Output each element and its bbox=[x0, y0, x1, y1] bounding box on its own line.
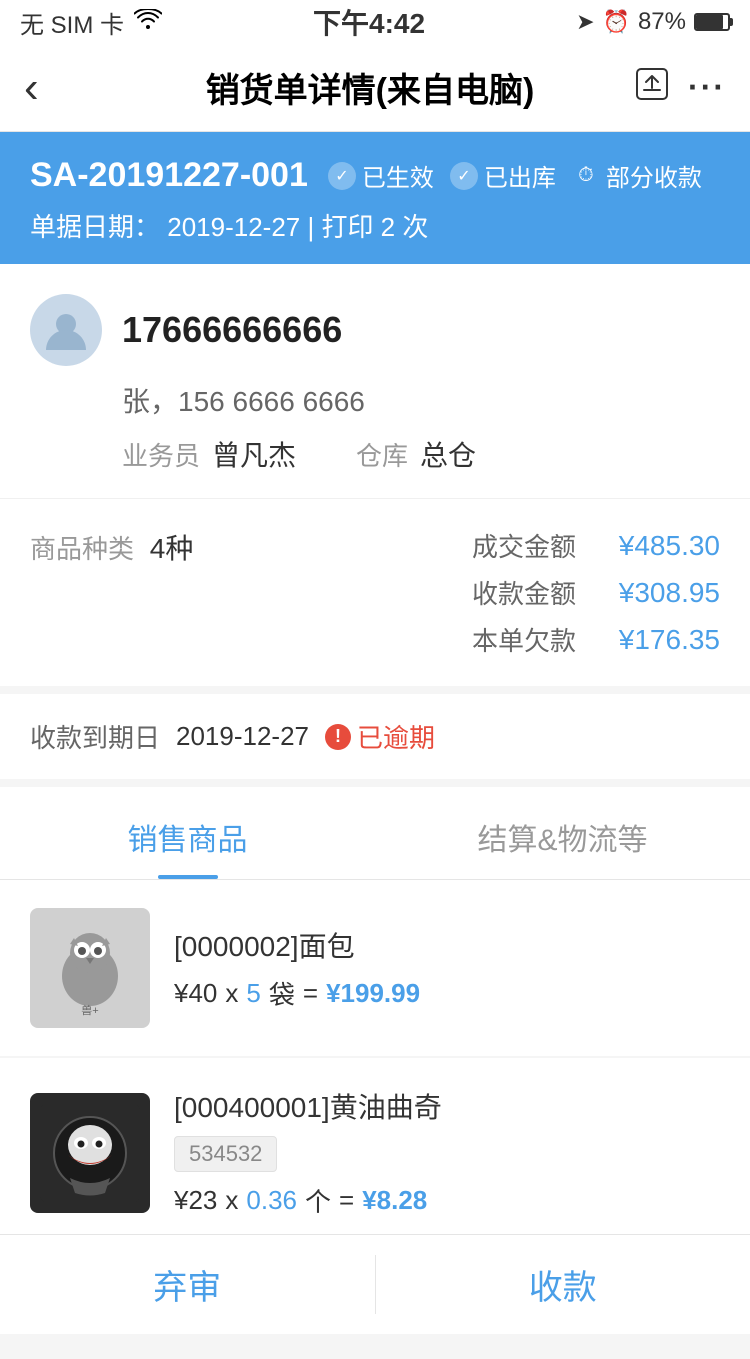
overdue-badge: ! 已逾期 bbox=[325, 718, 435, 755]
status-partial-paid: ⏱ 部分收款 bbox=[572, 158, 702, 193]
category-label: 商品种类 bbox=[30, 534, 134, 564]
avatar bbox=[30, 294, 102, 366]
clock-icon: ⏱ bbox=[572, 162, 600, 190]
customer-phone: 张，156 6666 6666 bbox=[122, 386, 365, 417]
deal-amount-row: 成交金额 ¥485.30 bbox=[472, 527, 720, 564]
check-icon-2: ✓ bbox=[450, 162, 478, 190]
overdue-label: 已逾期 bbox=[357, 718, 435, 755]
svg-text:兽+: 兽+ bbox=[81, 1003, 98, 1017]
customer-id: 17666666666 bbox=[122, 309, 342, 351]
collect-button[interactable]: 收款 bbox=[376, 1235, 750, 1334]
order-date: 单据日期： 2019-12-27 | 打印 2 次 bbox=[30, 207, 720, 244]
product-thumb-1: 兽+ bbox=[30, 908, 150, 1028]
location-icon: ➤ bbox=[576, 9, 594, 35]
warehouse-meta: 仓库 总仓 bbox=[356, 434, 476, 474]
category-value: 4种 bbox=[150, 533, 194, 564]
tab-sales-products[interactable]: 销售商品 bbox=[0, 787, 375, 879]
reject-button[interactable]: 弃审 bbox=[0, 1235, 375, 1334]
product-price-row-1: ¥40 x 5 袋 = ¥199.99 bbox=[174, 975, 720, 1012]
product-unit-1: 袋 bbox=[269, 975, 295, 1012]
status-time: 下午4:42 bbox=[313, 2, 425, 42]
battery-icon bbox=[694, 13, 730, 31]
due-section: 收款到期日 2019-12-27 ! 已逾期 bbox=[0, 694, 750, 787]
customer-id-row: 17666666666 bbox=[30, 294, 720, 366]
warehouse-label: 仓库 bbox=[356, 436, 408, 473]
sales-value: 曾凡杰 bbox=[212, 434, 296, 474]
bottom-bar: 弃审 收款 bbox=[0, 1234, 750, 1334]
more-icon[interactable]: ··· bbox=[688, 69, 726, 106]
status-right: ➤ ⏰ 87% bbox=[576, 8, 730, 36]
product-sku-2: 534532 bbox=[174, 1136, 277, 1172]
product-qty-1: 5 bbox=[246, 978, 260, 1009]
wifi-icon bbox=[134, 8, 162, 36]
product-item-2: [000400001]黄油曲奇 534532 ¥23 x 0.36 个 = ¥8… bbox=[0, 1058, 750, 1247]
customer-meta: 业务员 曾凡杰 仓库 总仓 bbox=[30, 434, 720, 474]
alarm-icon: ⏰ bbox=[603, 9, 630, 35]
carrier-label: 无 SIM 卡 bbox=[20, 5, 124, 40]
check-icon-1: ✓ bbox=[328, 162, 356, 190]
product-price-1: ¥40 bbox=[174, 978, 217, 1009]
customer-section: 17666666666 张，156 6666 6666 业务员 曾凡杰 仓库 总… bbox=[0, 264, 750, 499]
product-name-1: [0000002]面包 bbox=[174, 925, 720, 965]
product-price-row-2: ¥23 x 0.36 个 = ¥8.28 bbox=[174, 1182, 720, 1219]
summary-section: 商品种类 4种 成交金额 ¥485.30 收款金额 ¥308.95 本单欠款 ¥… bbox=[0, 499, 750, 694]
product-total-1: ¥199.99 bbox=[326, 978, 420, 1009]
received-value: ¥308.95 bbox=[600, 577, 720, 609]
nav-left: ‹ bbox=[24, 63, 104, 113]
product-price-2: ¥23 bbox=[174, 1185, 217, 1216]
owed-label: 本单欠款 bbox=[472, 621, 576, 658]
product-info-2: [000400001]黄油曲奇 534532 ¥23 x 0.36 个 = ¥8… bbox=[174, 1086, 720, 1219]
product-info-1: [0000002]面包 ¥40 x 5 袋 = ¥199.99 bbox=[174, 925, 720, 1012]
deal-amount-value: ¥485.30 bbox=[600, 530, 720, 562]
product-thumb-2 bbox=[30, 1093, 150, 1213]
product-qty-2: 0.36 bbox=[246, 1185, 297, 1216]
summary-left: 商品种类 4种 bbox=[30, 527, 193, 567]
back-button[interactable]: ‹ bbox=[24, 63, 39, 113]
owed-value: ¥176.35 bbox=[600, 624, 720, 656]
tab-settlement[interactable]: 结算&物流等 bbox=[375, 787, 750, 879]
order-id: SA-20191227-001 bbox=[30, 156, 308, 195]
battery-label: 87% bbox=[638, 8, 686, 36]
product-item-1: 兽+ [0000002]面包 ¥40 x 5 袋 = ¥199.99 bbox=[0, 880, 750, 1056]
sales-label: 业务员 bbox=[122, 436, 200, 473]
owed-row: 本单欠款 ¥176.35 bbox=[472, 621, 720, 658]
received-label: 收款金额 bbox=[472, 574, 576, 611]
status-activated: ✓ 已生效 bbox=[328, 158, 434, 193]
due-label: 收款到期日 bbox=[30, 718, 160, 755]
nav-title: 销货单详情(来自电脑) bbox=[104, 63, 636, 112]
summary-right: 成交金额 ¥485.30 收款金额 ¥308.95 本单欠款 ¥176.35 bbox=[472, 527, 720, 658]
order-header: SA-20191227-001 ✓ 已生效 ✓ 已出库 ⏱ 部分收款 单据日期：… bbox=[0, 132, 750, 264]
warehouse-value: 总仓 bbox=[420, 434, 476, 474]
tabs-section: 销售商品 结算&物流等 bbox=[0, 787, 750, 880]
due-date: 2019-12-27 bbox=[176, 721, 309, 752]
customer-phone-row: 张，156 6666 6666 bbox=[30, 380, 720, 420]
product-name-2: [000400001]黄油曲奇 bbox=[174, 1086, 720, 1126]
deal-amount-label: 成交金额 bbox=[472, 527, 576, 564]
status-left: 无 SIM 卡 bbox=[20, 5, 162, 40]
nav-bar: ‹ 销货单详情(来自电脑) ··· bbox=[0, 44, 750, 132]
product-unit-2: 个 bbox=[305, 1182, 331, 1219]
status-tags: ✓ 已生效 ✓ 已出库 ⏱ 部分收款 bbox=[328, 158, 702, 193]
received-row: 收款金额 ¥308.95 bbox=[472, 574, 720, 611]
nav-right: ··· bbox=[636, 68, 726, 107]
status-bar: 无 SIM 卡 下午4:42 ➤ ⏰ 87% bbox=[0, 0, 750, 44]
product-total-2: ¥8.28 bbox=[362, 1185, 427, 1216]
overdue-dot-icon: ! bbox=[325, 724, 351, 750]
sales-meta: 业务员 曾凡杰 bbox=[122, 434, 296, 474]
share-icon[interactable] bbox=[636, 68, 668, 107]
status-shipped: ✓ 已出库 bbox=[450, 158, 556, 193]
